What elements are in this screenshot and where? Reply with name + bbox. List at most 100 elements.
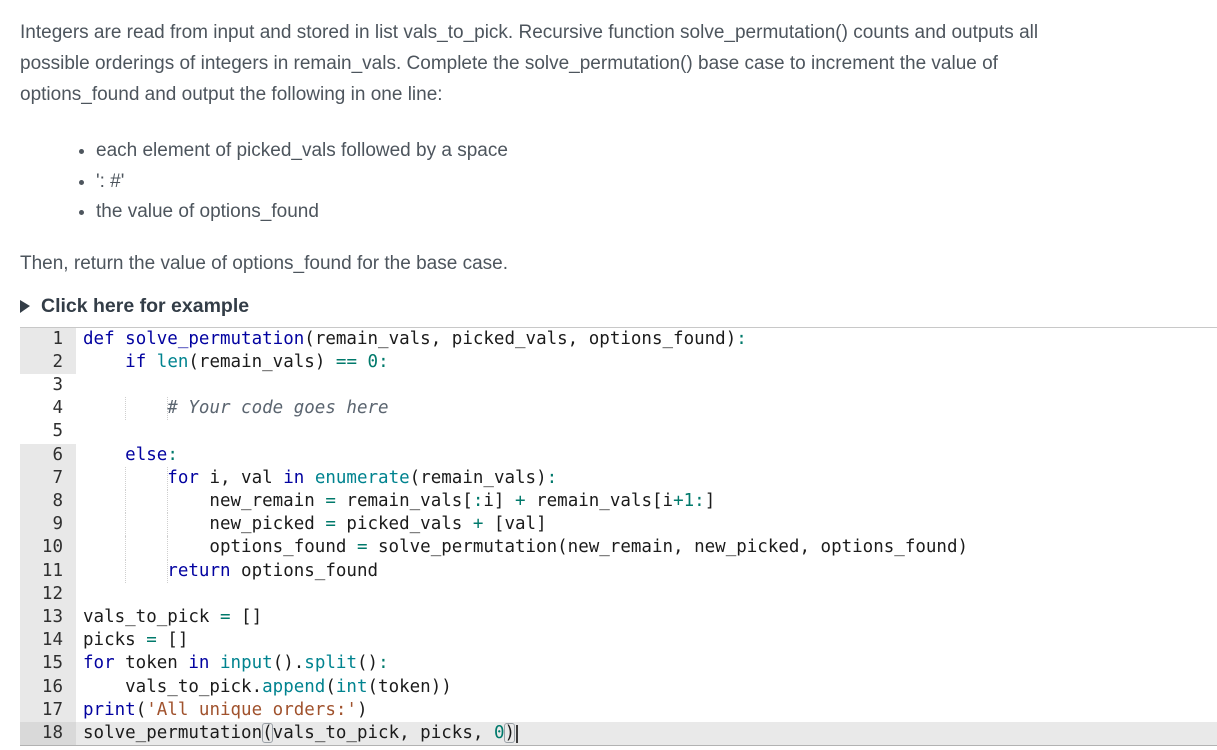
indent-guide bbox=[125, 489, 127, 514]
code-line[interactable]: 3 bbox=[20, 373, 1217, 398]
code-token: : bbox=[472, 490, 484, 511]
code-token: return bbox=[167, 560, 231, 581]
code-token: + bbox=[673, 490, 684, 511]
code-content[interactable]: else: bbox=[76, 444, 1217, 467]
code-token: 1 bbox=[683, 490, 695, 511]
code-token: (remain_vals, picked_vals, options_found… bbox=[304, 328, 737, 349]
code-line[interactable]: 10 options_found = solve_permutation(new… bbox=[20, 536, 1217, 560]
line-number: 16 bbox=[20, 675, 76, 699]
code-token: # Your code goes here bbox=[167, 398, 389, 419]
code-token: vals_to_pick, picks, bbox=[272, 722, 494, 743]
line-number: 4 bbox=[20, 397, 76, 421]
code-token: options_found bbox=[230, 560, 379, 581]
code-line[interactable]: 17 print('All unique orders:') bbox=[20, 698, 1217, 722]
code-token: 0 bbox=[493, 722, 505, 743]
code-token: split bbox=[304, 653, 357, 674]
code-content[interactable]: # Your code goes here bbox=[76, 397, 1217, 421]
code-token: () bbox=[356, 653, 379, 674]
line-number: 10 bbox=[20, 536, 76, 560]
line-number: 5 bbox=[20, 420, 76, 444]
code-token: print bbox=[83, 699, 136, 720]
code-token: (). bbox=[272, 653, 305, 674]
indent-guide bbox=[167, 536, 169, 560]
code-token: [] bbox=[230, 606, 263, 627]
code-line[interactable]: 4 # Your code goes here bbox=[20, 397, 1217, 421]
code-token: new_picked bbox=[83, 514, 326, 535]
code-line[interactable]: 15 for token in input().split(): bbox=[20, 652, 1217, 676]
example-toggle-label: Click here for example bbox=[41, 294, 250, 317]
code-line[interactable]: 7 for i, val in enumerate(remain_vals): bbox=[20, 466, 1217, 490]
code-token: 0 bbox=[367, 351, 379, 372]
code-token: [val] bbox=[483, 514, 547, 535]
code-token: ( bbox=[135, 699, 147, 720]
code-content[interactable]: new_picked = picked_vals + [val] bbox=[76, 513, 1217, 537]
code-token: in bbox=[283, 467, 305, 488]
code-content[interactable]: for i, val in enumerate(remain_vals): bbox=[76, 466, 1217, 490]
indent-guide bbox=[167, 513, 169, 537]
code-line[interactable]: 5 bbox=[20, 420, 1217, 444]
code-token: : bbox=[694, 490, 705, 511]
code-token: len bbox=[156, 351, 189, 372]
code-token: picked_vals bbox=[335, 514, 473, 535]
code-editor[interactable]: 1 def solve_permutation(remain_vals, pick… bbox=[20, 326, 1217, 747]
line-number: 12 bbox=[20, 582, 76, 606]
code-line[interactable]: 9 new_picked = picked_vals + [val] bbox=[20, 513, 1217, 537]
code-line[interactable]: 13 vals_to_pick = [] bbox=[20, 605, 1217, 630]
code-line[interactable]: 11 return options_found bbox=[20, 559, 1217, 583]
code-token: (remain_vals) bbox=[188, 351, 336, 372]
code-content[interactable]: solve_permutation(vals_to_pick, picks, 0… bbox=[76, 721, 1217, 746]
code-line[interactable]: 16 vals_to_pick.append(int(token)) bbox=[20, 675, 1217, 699]
code-token: options_found bbox=[83, 537, 357, 558]
code-token: append bbox=[262, 676, 326, 697]
code-token: = bbox=[146, 630, 157, 651]
line-number: 14 bbox=[20, 629, 76, 653]
code-token: vals_to_pick bbox=[83, 606, 220, 627]
code-token: int bbox=[335, 676, 368, 697]
code-token: == bbox=[335, 351, 357, 372]
code-token: : bbox=[167, 444, 178, 465]
code-content[interactable]: return options_found bbox=[76, 559, 1217, 583]
code-token: i] bbox=[483, 490, 515, 511]
code-token: (remain_vals) bbox=[409, 467, 547, 488]
line-number: 2 bbox=[20, 350, 76, 374]
code-line[interactable]: 12 bbox=[20, 582, 1217, 606]
code-token: : bbox=[378, 653, 389, 674]
code-content[interactable]: vals_to_pick = [] bbox=[76, 606, 1217, 629]
line-number: 3 bbox=[20, 373, 76, 398]
code-content[interactable]: if len(remain_vals) == 0: bbox=[76, 351, 1217, 374]
code-content[interactable] bbox=[76, 583, 1217, 606]
code-line[interactable]: 6 else: bbox=[20, 443, 1217, 467]
code-line[interactable]: 2 if len(remain_vals) == 0: bbox=[20, 350, 1217, 374]
list-item: the value of options_found bbox=[96, 197, 1197, 228]
line-number: 7 bbox=[20, 466, 76, 490]
code-token: ] bbox=[704, 490, 716, 511]
code-content[interactable]: new_remain = remain_vals[:i] + remain_va… bbox=[76, 489, 1217, 514]
code-content[interactable] bbox=[76, 374, 1217, 397]
line-number: 18 bbox=[20, 721, 76, 746]
code-token: ( bbox=[325, 676, 336, 697]
code-line[interactable]: 14 picks = [] bbox=[20, 629, 1217, 653]
line-number: 11 bbox=[20, 559, 76, 583]
indent-guide bbox=[125, 397, 127, 421]
code-content[interactable]: print('All unique orders:') bbox=[76, 699, 1217, 722]
code-content[interactable]: picks = [] bbox=[76, 629, 1217, 652]
code-token: + bbox=[472, 514, 484, 535]
code-line[interactable]: 8 new_remain = remain_vals[:i] + remain_… bbox=[20, 489, 1217, 514]
instruction-paragraph: Integers are read from input and stored … bbox=[20, 22, 1039, 105]
example-toggle[interactable]: Click here for example bbox=[20, 295, 1197, 318]
code-content[interactable] bbox=[76, 420, 1217, 443]
code-token: new_remain bbox=[83, 490, 326, 511]
code-content[interactable]: options_found = solve_permutation(new_re… bbox=[76, 536, 1217, 560]
code-token: = bbox=[325, 490, 336, 511]
code-content[interactable]: vals_to_pick.append(int(token)) bbox=[76, 676, 1217, 699]
line-number: 13 bbox=[20, 605, 76, 630]
code-line[interactable]: 18 solve_permutation(vals_to_pick, picks,… bbox=[20, 721, 1217, 746]
code-token: solve_permutation bbox=[83, 722, 263, 743]
code-content[interactable]: def solve_permutation(remain_vals, picke… bbox=[76, 328, 1217, 351]
code-content[interactable]: for token in input().split(): bbox=[76, 652, 1217, 675]
code-token: : bbox=[736, 328, 747, 349]
code-line[interactable]: 1 def solve_permutation(remain_vals, pick… bbox=[20, 327, 1217, 351]
